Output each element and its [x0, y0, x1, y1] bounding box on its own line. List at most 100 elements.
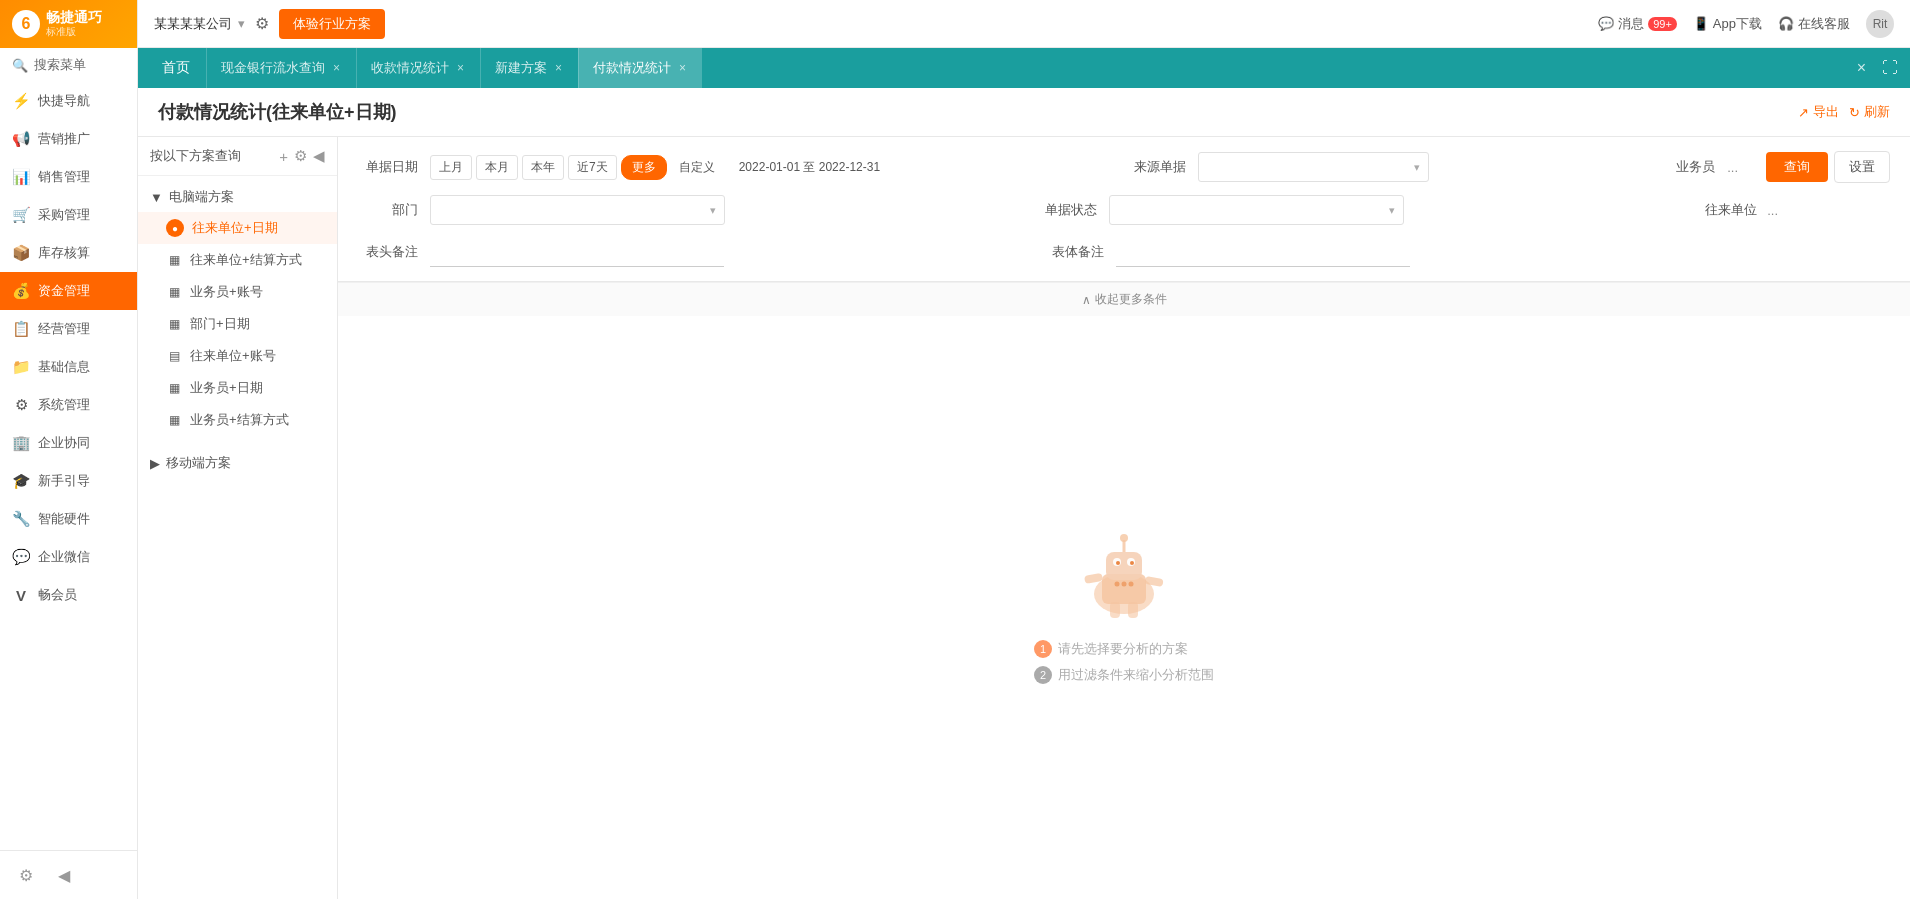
- date-btn-last-month[interactable]: 上月: [430, 155, 472, 180]
- scheme-collapse-btn[interactable]: ◀: [313, 147, 325, 165]
- sidebar-item-enterprise[interactable]: 🏢 企业协同: [0, 424, 137, 462]
- scheme-item-salesman-date[interactable]: ▦ 业务员+日期: [138, 372, 337, 404]
- header-settings-icon[interactable]: ⚙: [255, 14, 269, 33]
- scheme-item-salesman-payment[interactable]: ▦ 业务员+结算方式: [138, 404, 337, 436]
- sidebar-item-operation[interactable]: 📋 经营管理: [0, 310, 137, 348]
- tab-bank-close[interactable]: ×: [331, 59, 342, 77]
- scheme-item-dept-date[interactable]: ▦ 部门+日期: [138, 308, 337, 340]
- download-action[interactable]: 📱 App下载: [1693, 15, 1762, 33]
- svg-rect-2: [1106, 552, 1142, 580]
- source-select[interactable]: ▾: [1198, 152, 1428, 182]
- date-btn-this-month[interactable]: 本月: [476, 155, 518, 180]
- collapse-bar[interactable]: ∧ 收起更多条件: [338, 282, 1910, 316]
- query-row-1: 单据日期 上月 本月 本年 近7天 更多 自定义 2022-01-01 至 20…: [358, 151, 1890, 183]
- sidebar-item-inventory[interactable]: 📦 库存核算: [0, 234, 137, 272]
- sidebar-nav: ⚡ 快捷导航 📢 营销推广 📊 销售管理 🛒 采购管理 📦 库存核算 💰 资金管…: [0, 82, 137, 850]
- sidebar-item-purchase[interactable]: 🛒 采购管理: [0, 196, 137, 234]
- empty-icon: [1074, 524, 1174, 624]
- sidebar-item-fund[interactable]: 💰 资金管理: [0, 272, 137, 310]
- scheme-group-mobile-title[interactable]: ▶ 移动端方案: [138, 448, 337, 478]
- scheme-item-salesman-account[interactable]: ▦ 业务员+账号: [138, 276, 337, 308]
- page-header: 付款情况统计(往来单位+日期) ↗ 导出 ↻ 刷新: [138, 88, 1910, 137]
- tab-new-scheme[interactable]: 新建方案 ×: [480, 48, 578, 88]
- doc-status-select[interactable]: ▾: [1109, 195, 1404, 225]
- scheme-icon-1: ▦: [166, 284, 182, 300]
- scheme-settings-btn[interactable]: ⚙: [294, 147, 307, 165]
- header-note-input[interactable]: [430, 237, 724, 267]
- sidebar-item-system[interactable]: ⚙ 系统管理: [0, 386, 137, 424]
- sidebar-settings-btn[interactable]: ⚙: [12, 861, 40, 889]
- scheme-item-unit-date[interactable]: ● 往来单位+日期: [138, 212, 337, 244]
- sidebar-collapse-btn[interactable]: ◀: [50, 861, 78, 889]
- tab-bank[interactable]: 现金银行流水查询 ×: [206, 48, 356, 88]
- result-area: 1 请先选择要分析的方案 2 用过滤条件来缩小分析范围: [338, 316, 1910, 899]
- search-btn[interactable]: 查询: [1766, 152, 1828, 182]
- query-btn-group: 查询 设置: [1766, 151, 1890, 183]
- company-selector[interactable]: 某某某某公司 ▾: [154, 15, 245, 33]
- message-action[interactable]: 💬 消息 99+: [1598, 15, 1677, 33]
- guide-icon: 🎓: [12, 472, 30, 490]
- weixin-icon: 💬: [12, 548, 30, 566]
- date-btn-more[interactable]: 更多: [621, 155, 667, 180]
- export-btn[interactable]: ↗ 导出: [1798, 103, 1839, 121]
- sidebar-item-sales[interactable]: 📊 销售管理: [0, 158, 137, 196]
- support-icon: 🎧: [1778, 16, 1794, 31]
- tab-bar-actions: × ⛶: [1853, 55, 1902, 81]
- doc-status-arrow-icon: ▾: [1389, 204, 1395, 217]
- avatar[interactable]: Rit: [1866, 10, 1894, 38]
- search-menu[interactable]: 🔍 搜索菜单: [0, 48, 137, 82]
- source-arrow-icon: ▾: [1414, 161, 1420, 174]
- scheme-item-unit-payment[interactable]: ▦ 往来单位+结算方式: [138, 244, 337, 276]
- date-btn-7days[interactable]: 近7天: [568, 155, 617, 180]
- sidebar-item-hardware[interactable]: 🔧 智能硬件: [0, 500, 137, 538]
- trial-btn[interactable]: 体验行业方案: [279, 9, 385, 39]
- tab-new-scheme-close[interactable]: ×: [553, 59, 564, 77]
- svg-point-15: [1129, 581, 1134, 586]
- date-custom[interactable]: 自定义: [671, 156, 723, 179]
- tab-bar: 首页 现金银行流水查询 × 收款情况统计 × 新建方案 × 付款情况统计 × ×…: [138, 48, 1910, 88]
- sidebar-item-weixin[interactable]: 💬 企业微信: [0, 538, 137, 576]
- hardware-icon: 🔧: [12, 510, 30, 528]
- settings-btn[interactable]: 设置: [1834, 151, 1890, 183]
- date-label: 单据日期: [358, 158, 418, 176]
- unit-value[interactable]: ...: [1767, 203, 1778, 218]
- mobile-group-arrow: ▶: [150, 456, 160, 471]
- close-all-btn[interactable]: ×: [1853, 55, 1870, 81]
- sidebar-item-marketing[interactable]: 📢 营销推广: [0, 120, 137, 158]
- header-left: 某某某某公司 ▾ ⚙ 体验行业方案: [154, 9, 385, 39]
- refresh-btn[interactable]: ↻ 刷新: [1849, 103, 1890, 121]
- tip-num-1: 1: [1034, 640, 1052, 658]
- date-btns: 上月 本月 本年 近7天 更多 自定义: [430, 155, 723, 180]
- sidebar-item-quick-nav[interactable]: ⚡ 快捷导航: [0, 82, 137, 120]
- tab-payment-close[interactable]: ×: [677, 59, 688, 77]
- scheme-icon-3: ▤: [166, 348, 182, 364]
- content-area: 按以下方案查询 + ⚙ ◀ ▼ 电脑端方案 ● 往来单位+日期 ▦: [138, 137, 1910, 899]
- tab-payment[interactable]: 付款情况统计 ×: [578, 48, 702, 88]
- sidebar-item-guide[interactable]: 🎓 新手引导: [0, 462, 137, 500]
- body-note-label: 表体备注: [1034, 243, 1104, 261]
- vip-icon: V: [12, 586, 30, 604]
- sidebar-item-basic[interactable]: 📁 基础信息: [0, 348, 137, 386]
- scheme-icon-2: ▦: [166, 316, 182, 332]
- desktop-group-arrow: ▼: [150, 190, 163, 205]
- enterprise-icon: 🏢: [12, 434, 30, 452]
- maximize-btn[interactable]: ⛶: [1878, 55, 1902, 81]
- empty-tip-1: 1 请先选择要分析的方案: [1034, 640, 1214, 658]
- header-note-label: 表头备注: [358, 243, 418, 261]
- support-action[interactable]: 🎧 在线客服: [1778, 15, 1850, 33]
- dept-select[interactable]: ▾: [430, 195, 725, 225]
- salesman-value[interactable]: ...: [1727, 160, 1738, 175]
- tab-home[interactable]: 首页: [146, 48, 206, 88]
- body-note-input[interactable]: [1116, 237, 1410, 267]
- scheme-group-desktop-title[interactable]: ▼ 电脑端方案: [138, 182, 337, 212]
- tab-receipt-close[interactable]: ×: [455, 59, 466, 77]
- scheme-add-btn[interactable]: +: [279, 148, 288, 165]
- header-right: 💬 消息 99+ 📱 App下载 🎧 在线客服 Rit: [1598, 10, 1894, 38]
- scheme-item-unit-account[interactable]: ▤ 往来单位+账号: [138, 340, 337, 372]
- tab-receipt[interactable]: 收款情况统计 ×: [356, 48, 480, 88]
- date-btn-this-year[interactable]: 本年: [522, 155, 564, 180]
- company-dropdown-icon[interactable]: ▾: [238, 16, 245, 31]
- scheme-icon-4: ▦: [166, 380, 182, 396]
- sidebar-item-vip[interactable]: V 畅会员: [0, 576, 137, 614]
- company-name: 某某某某公司: [154, 15, 232, 33]
